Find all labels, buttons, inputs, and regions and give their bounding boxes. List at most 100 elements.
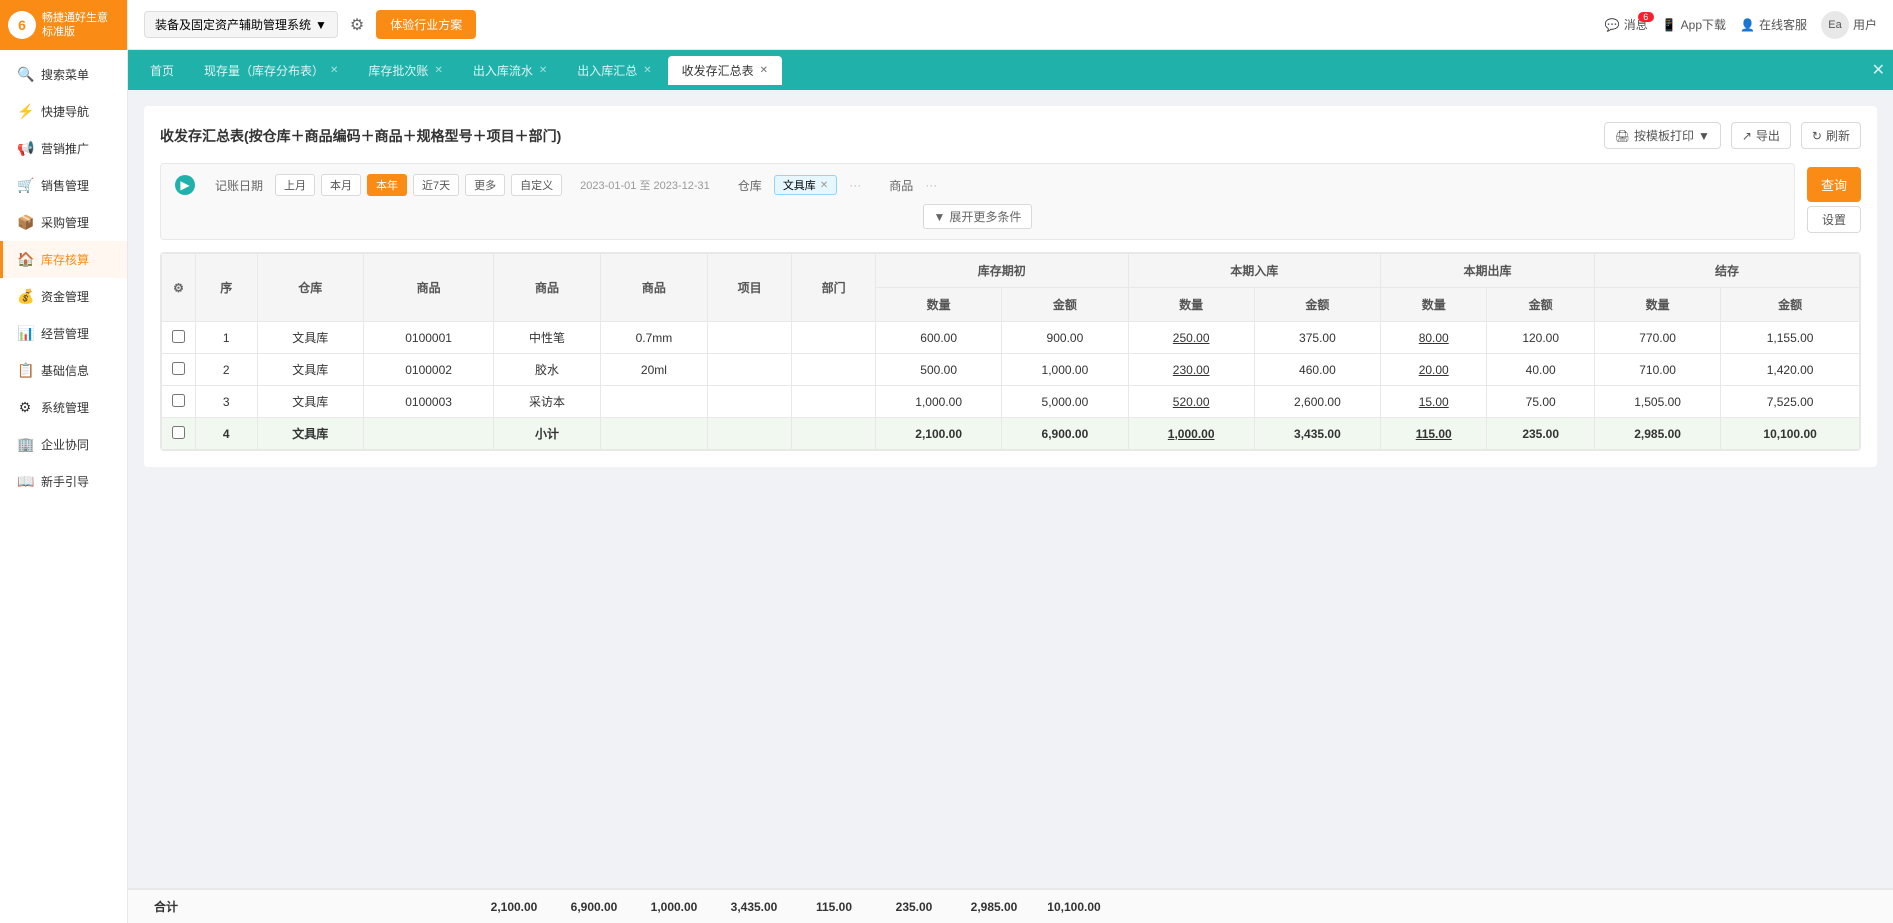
row-in-qty[interactable]: 1,000.00 bbox=[1128, 418, 1254, 450]
row-checkbox[interactable] bbox=[162, 354, 196, 386]
sidebar-item-capital[interactable]: 💰 资金管理 bbox=[0, 278, 127, 315]
row-goods-name: 中性笔 bbox=[494, 322, 600, 354]
col-header-goods-name: 商品 bbox=[494, 254, 600, 322]
tab-batch[interactable]: 库存批次账 ✕ bbox=[354, 56, 456, 85]
row-goods-code: 0100001 bbox=[363, 322, 494, 354]
system-selector[interactable]: 装备及固定资产辅助管理系统 ▼ bbox=[144, 11, 338, 38]
tab-inout-summary[interactable]: 出入库汇总 ✕ bbox=[563, 56, 665, 85]
inbound-qty-link[interactable]: 250.00 bbox=[1173, 331, 1210, 345]
tab-inventory[interactable]: 现存量（库存分布表） ✕ bbox=[190, 56, 352, 85]
sidebar-item-system[interactable]: ⚙ 系统管理 bbox=[0, 389, 127, 426]
outbound-qty-link[interactable]: 15.00 bbox=[1419, 395, 1449, 409]
row-open-amt: 5,000.00 bbox=[1002, 386, 1128, 418]
gear-icon[interactable]: ⚙ bbox=[350, 15, 364, 35]
tab-close-recv-send[interactable]: ✕ bbox=[760, 65, 768, 76]
newbie-icon: 📖 bbox=[17, 473, 33, 490]
sidebar-item-newbie[interactable]: 📖 新手引导 bbox=[0, 463, 127, 500]
row-checkbox[interactable] bbox=[162, 418, 196, 450]
print-icon: 🖨 bbox=[1615, 129, 1630, 143]
message-button[interactable]: 💬 消息 6 bbox=[1605, 16, 1648, 33]
sidebar-item-basic-info[interactable]: 📋 基础信息 bbox=[0, 352, 127, 389]
sidebar-item-quick[interactable]: ⚡ 快捷导航 bbox=[0, 93, 127, 130]
inbound-qty-link[interactable]: 230.00 bbox=[1173, 363, 1210, 377]
sidebar-item-operation[interactable]: 📊 经营管理 bbox=[0, 315, 127, 352]
col-group-balance: 结存 bbox=[1594, 254, 1859, 288]
row-no: 2 bbox=[196, 354, 258, 386]
user-profile[interactable]: Ea 用户 bbox=[1821, 11, 1877, 39]
inventory-icon: 🏠 bbox=[17, 251, 33, 268]
tab-close-inout-summary[interactable]: ✕ bbox=[643, 65, 651, 76]
row-no: 4 bbox=[196, 418, 258, 450]
sidebar-item-marketing[interactable]: 📢 营销推广 bbox=[0, 130, 127, 167]
date-btn-custom[interactable]: 自定义 bbox=[511, 174, 562, 196]
warehouse-more-btn[interactable]: ··· bbox=[849, 178, 861, 192]
inbound-qty-link[interactable]: 520.00 bbox=[1173, 395, 1210, 409]
col-balance-qty: 数量 bbox=[1594, 288, 1720, 322]
row-warehouse: 文具库 bbox=[257, 354, 363, 386]
row-out-qty[interactable]: 115.00 bbox=[1381, 418, 1487, 450]
row-in-qty[interactable]: 250.00 bbox=[1128, 322, 1254, 354]
tab-recv-send-summary[interactable]: 收发存汇总表 ✕ bbox=[668, 56, 782, 85]
experience-button[interactable]: 体验行业方案 bbox=[376, 10, 476, 39]
row-department bbox=[792, 418, 876, 450]
table-row: 1 文具库 0100001 中性笔 0.7mm 600.00 900.00 25… bbox=[162, 322, 1860, 354]
date-btn-this-year[interactable]: 本年 bbox=[367, 174, 407, 196]
expand-more-btn[interactable]: ▼ 展开更多条件 bbox=[923, 204, 1033, 229]
row-no: 1 bbox=[196, 322, 258, 354]
sidebar-item-search[interactable]: 🔍 搜索菜单 bbox=[0, 56, 127, 93]
row-in-qty[interactable]: 520.00 bbox=[1128, 386, 1254, 418]
query-button[interactable]: 查询 bbox=[1807, 167, 1861, 202]
row-department bbox=[792, 322, 876, 354]
footer-in-qty: 1,000.00 bbox=[634, 900, 714, 914]
warehouse-tag-close[interactable]: ✕ bbox=[820, 180, 828, 191]
tab-close-batch[interactable]: ✕ bbox=[434, 65, 442, 76]
row-bal-qty: 770.00 bbox=[1594, 322, 1720, 354]
setting-button[interactable]: 设置 bbox=[1807, 206, 1861, 233]
row-out-qty[interactable]: 15.00 bbox=[1381, 386, 1487, 418]
sidebar-item-sales[interactable]: 🛒 销售管理 bbox=[0, 167, 127, 204]
row-in-qty[interactable]: 230.00 bbox=[1128, 354, 1254, 386]
print-button[interactable]: 🖨 按模板打印 ▼ bbox=[1604, 122, 1721, 149]
filter-arrow-btn[interactable]: ▶ bbox=[175, 175, 195, 195]
footer-out-amt: 235.00 bbox=[874, 900, 954, 914]
row-checkbox[interactable] bbox=[162, 322, 196, 354]
row-bal-amt: 1,420.00 bbox=[1721, 354, 1860, 386]
refresh-button[interactable]: ↻ 刷新 bbox=[1801, 122, 1861, 149]
tabbar-close-icon[interactable]: ✕ bbox=[1872, 60, 1885, 80]
col-inbound-amt: 金额 bbox=[1254, 288, 1380, 322]
row-goods-spec: 20ml bbox=[600, 354, 708, 386]
date-btn-more[interactable]: 更多 bbox=[465, 174, 505, 196]
outbound-qty-link[interactable]: 115.00 bbox=[1416, 427, 1452, 441]
sidebar-item-enterprise[interactable]: 🏢 企业协同 bbox=[0, 426, 127, 463]
sidebar-item-inventory[interactable]: 🏠 库存核算 bbox=[0, 241, 127, 278]
col-header-goods-code: 商品 bbox=[363, 254, 494, 322]
date-btn-this-month[interactable]: 本月 bbox=[321, 174, 361, 196]
search-icon: 🔍 bbox=[17, 66, 33, 83]
row-goods-name: 胶水 bbox=[494, 354, 600, 386]
inbound-qty-link[interactable]: 1,000.00 bbox=[1168, 427, 1215, 441]
date-range-display: 2023-01-01 至 2023-12-31 bbox=[580, 177, 710, 193]
sidebar-item-purchase[interactable]: 📦 采购管理 bbox=[0, 204, 127, 241]
tab-home[interactable]: 首页 bbox=[136, 56, 188, 85]
date-btn-last-month[interactable]: 上月 bbox=[275, 174, 315, 196]
row-warehouse: 文具库 bbox=[257, 418, 363, 450]
outbound-qty-link[interactable]: 80.00 bbox=[1419, 331, 1449, 345]
table-settings-icon[interactable]: ⚙ bbox=[162, 254, 196, 322]
export-button[interactable]: ↗ 导出 bbox=[1731, 122, 1791, 149]
app-download-button[interactable]: 📱 App下载 bbox=[1662, 16, 1726, 33]
footer-total-label: 合计 bbox=[144, 898, 474, 915]
row-open-qty: 1,000.00 bbox=[876, 386, 1002, 418]
tabbar: 首页 现存量（库存分布表） ✕ 库存批次账 ✕ 出入库流水 ✕ 出入库汇总 ✕ … bbox=[128, 50, 1893, 90]
tab-close-inventory[interactable]: ✕ bbox=[330, 65, 338, 76]
row-out-qty[interactable]: 80.00 bbox=[1381, 322, 1487, 354]
row-open-amt: 1,000.00 bbox=[1002, 354, 1128, 386]
col-outbound-qty: 数量 bbox=[1381, 288, 1487, 322]
tab-inout-flow[interactable]: 出入库流水 ✕ bbox=[459, 56, 561, 85]
tab-close-inout-flow[interactable]: ✕ bbox=[539, 65, 547, 76]
goods-more-btn[interactable]: ··· bbox=[925, 178, 937, 192]
online-service-button[interactable]: 👤 在线客服 bbox=[1740, 16, 1807, 33]
outbound-qty-link[interactable]: 20.00 bbox=[1419, 363, 1449, 377]
row-out-qty[interactable]: 20.00 bbox=[1381, 354, 1487, 386]
row-checkbox[interactable] bbox=[162, 386, 196, 418]
date-btn-7days[interactable]: 近7天 bbox=[413, 174, 459, 196]
